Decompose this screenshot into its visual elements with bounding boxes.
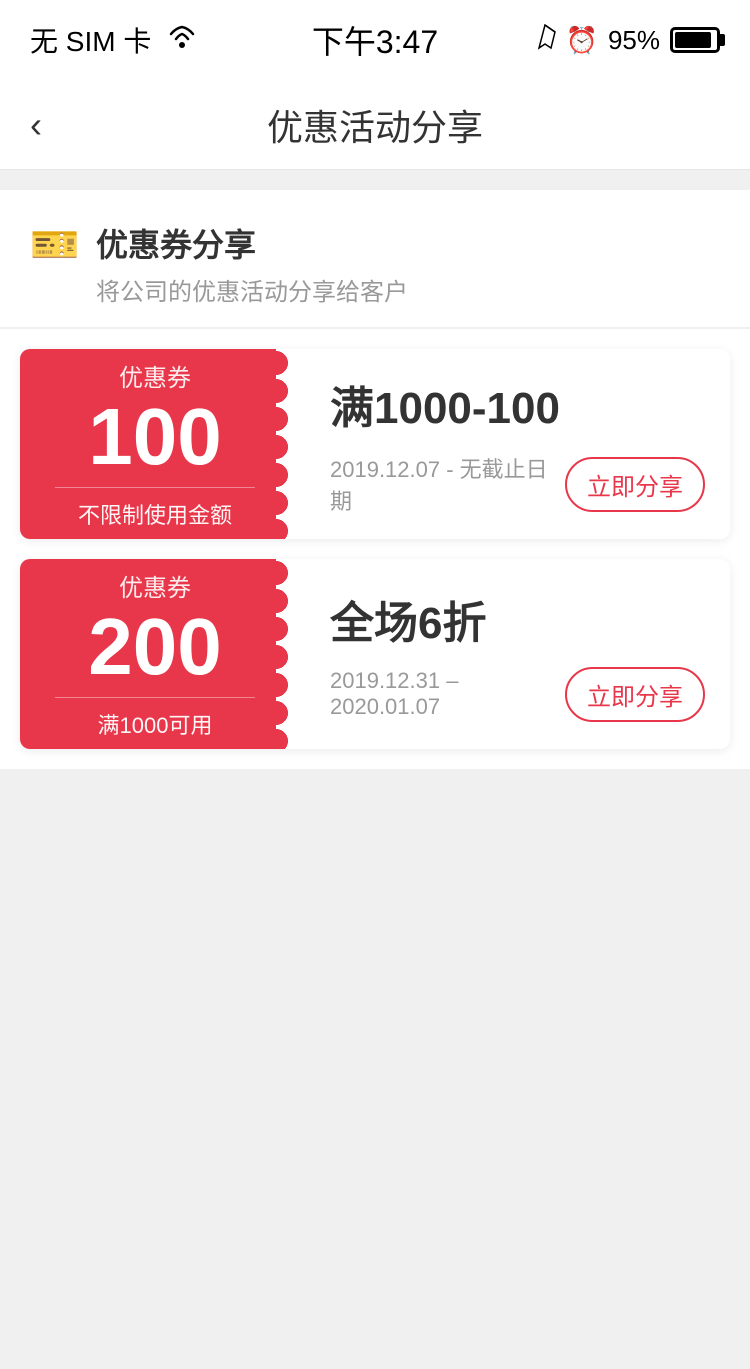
share-button-2[interactable]: 立即分享 — [565, 667, 705, 722]
coupon-right-2: 全场6折 2019.12.31 – 2020.01.07 立即分享 — [290, 559, 730, 749]
status-time: 下午3:47 — [312, 17, 438, 63]
coupon-label-2: 优惠券 — [119, 568, 191, 603]
section-info: 优惠券分享 将公司的优惠活动分享给客户 — [96, 220, 408, 307]
carrier-text: 无 SIM 卡 — [30, 20, 151, 60]
coupon-date-2: 2019.12.31 – 2020.01.07 — [330, 668, 565, 720]
coupon-footer-2: 2019.12.31 – 2020.01.07 立即分享 — [330, 667, 705, 722]
nav-bar: ‹ 优惠活动分享 — [0, 80, 750, 170]
coupon-right-1: 满1000-100 2019.12.07 - 无截止日期 立即分享 — [290, 349, 730, 539]
wifi-icon — [167, 24, 197, 56]
status-bar: 无 SIM 卡 下午3:47 ⏰ 95% — [0, 0, 750, 80]
coupon-name-1: 满1000-100 — [330, 372, 705, 436]
coupon-card-1: 优惠券 100 不限制使用金额 满1000-100 2019.12.07 - 无… — [20, 349, 730, 539]
share-button-1[interactable]: 立即分享 — [565, 457, 705, 512]
coupon-amount-1: 100 — [88, 397, 221, 477]
section-subtitle: 将公司的优惠活动分享给客户 — [96, 272, 408, 307]
coupon-name-2: 全场6折 — [330, 587, 705, 651]
coupon-condition-2: 满1000可用 — [98, 708, 213, 740]
back-button[interactable]: ‹ — [30, 104, 42, 146]
coupon-label-1: 优惠券 — [119, 358, 191, 393]
location-icon — [534, 24, 556, 57]
section-header: 🎫 优惠券分享 将公司的优惠活动分享给客户 — [0, 190, 750, 327]
alarm-icon: ⏰ — [566, 25, 598, 56]
battery-percent: 95% — [608, 25, 660, 56]
coupon-list: 优惠券 100 不限制使用金额 满1000-100 2019.12.07 - 无… — [0, 329, 750, 769]
coupon-date-1: 2019.12.07 - 无截止日期 — [330, 452, 565, 516]
coupon-left-2: 优惠券 200 满1000可用 — [20, 559, 290, 749]
status-right: ⏰ 95% — [534, 24, 720, 57]
coupon-footer-1: 2019.12.07 - 无截止日期 立即分享 — [330, 452, 705, 516]
coupon-card-2: 优惠券 200 满1000可用 全场6折 2019.12.31 – 2020.0… — [20, 559, 730, 749]
coupon-amount-2: 200 — [88, 607, 221, 687]
section-icon: 🎫 — [30, 220, 80, 270]
status-left: 无 SIM 卡 — [30, 20, 197, 60]
coupon-divider-1 — [55, 487, 255, 488]
coupon-divider-2 — [55, 697, 255, 698]
section-title: 优惠券分享 — [96, 220, 408, 266]
coupon-condition-1: 不限制使用金额 — [78, 498, 232, 530]
nav-title: 优惠活动分享 — [267, 99, 483, 151]
battery-icon — [670, 27, 720, 53]
empty-area — [0, 769, 750, 1369]
coupon-left-1: 优惠券 100 不限制使用金额 — [20, 349, 290, 539]
